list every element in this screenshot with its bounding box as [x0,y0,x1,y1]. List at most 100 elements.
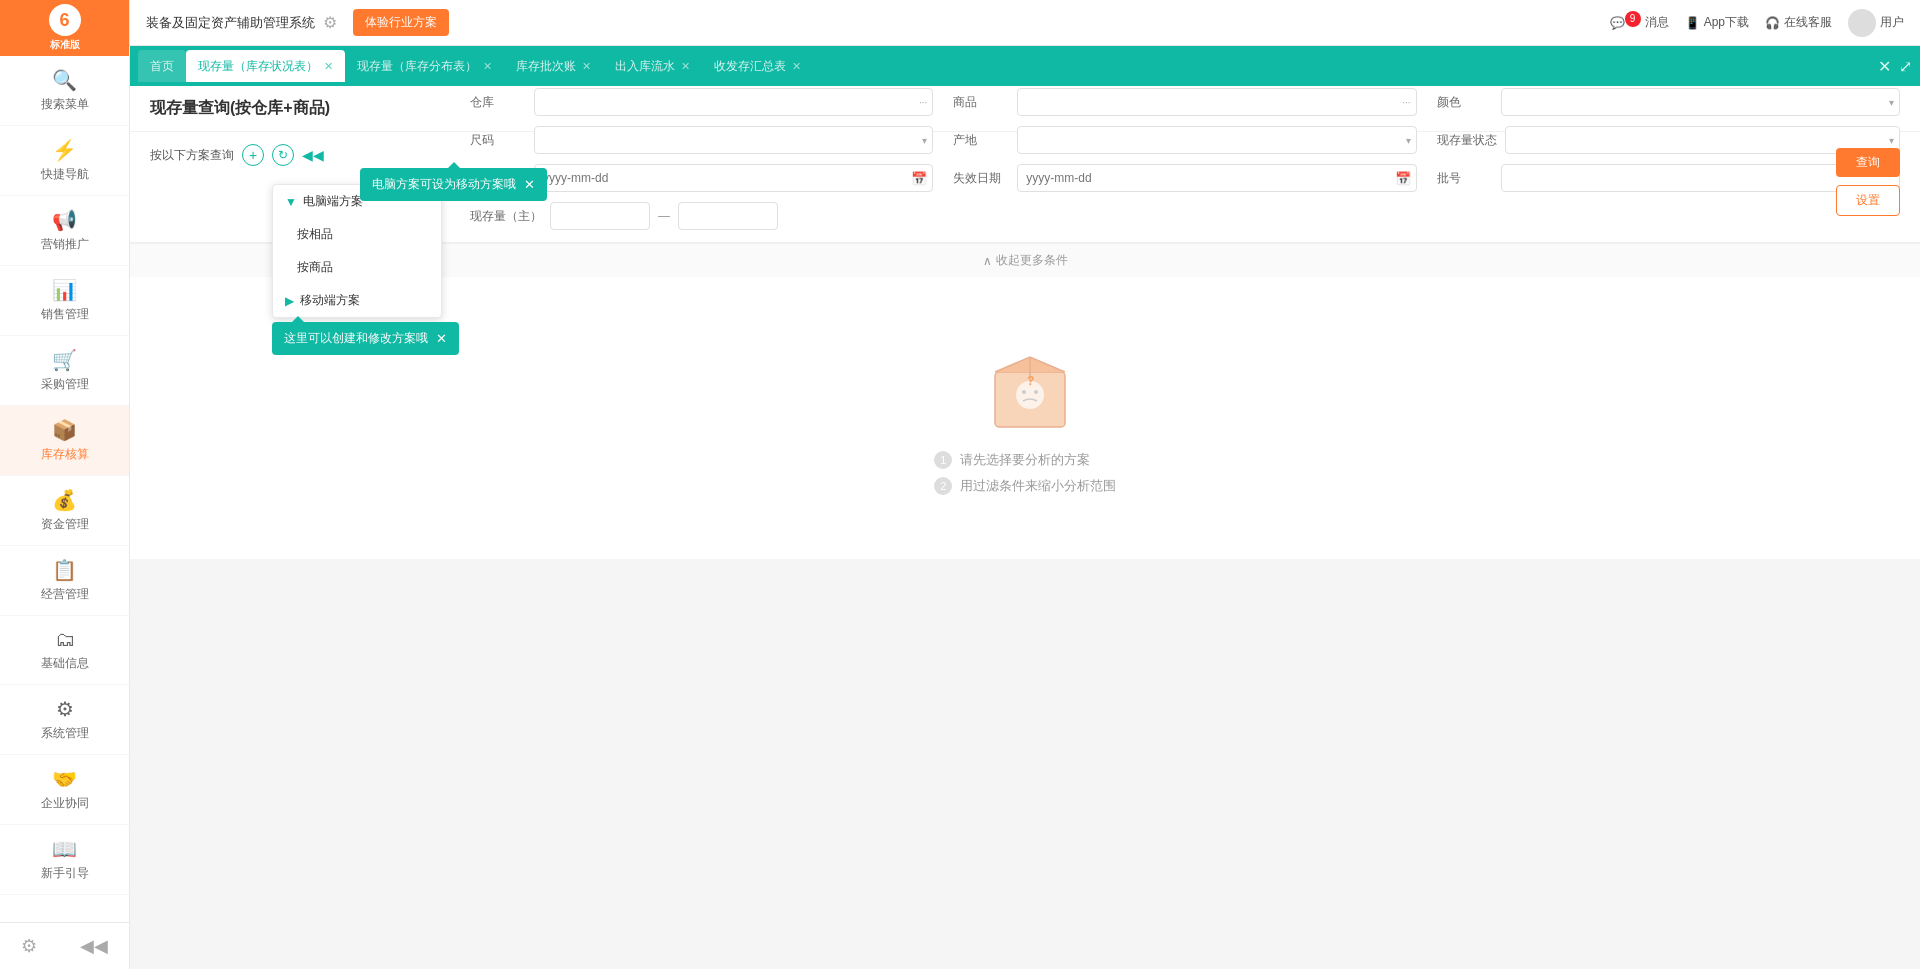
scheme-list: ▼ 电脑端方案 按相品 按商品 ▶ 移动端方案 [272,184,442,318]
tab-flow-close[interactable]: ✕ [681,60,690,73]
online-service-btn[interactable]: 🎧 在线客服 [1765,14,1832,31]
settings-gear-icon[interactable]: ⚙ [323,13,337,32]
production-date-start-wrapper: 📅 [534,164,933,192]
scheme-tooltip-close[interactable]: ✕ [524,177,535,192]
tab-inventory-dist[interactable]: 现存量（库存分布表） ✕ [345,50,504,82]
header-right: 💬 9 消息 📱 App下载 🎧 在线客服 用户 [1610,9,1904,37]
main-area: 装备及固定资产辅助管理系统 ⚙ 体验行业方案 💬 9 消息 📱 App下载 🎧 … [130,0,1920,969]
goods-input[interactable] [1017,88,1416,116]
filter-row-stock-status: 现存量状态 ▾ [1437,126,1900,154]
tab-summary-close[interactable]: ✕ [792,60,801,73]
sidebar-collapse-btn[interactable]: ◀◀ [80,935,108,957]
tab-inventory-dist-label: 现存量（库存分布表） [357,58,477,75]
collaboration-icon: 🤝 [52,767,77,791]
filter-arrow-btn[interactable]: ◀◀ [302,147,324,163]
edit-tooltip-close[interactable]: ✕ [436,331,447,346]
filter-sync-btn[interactable]: ↻ [272,144,294,166]
warehouse-select-wrapper: ··· [534,88,933,116]
sidebar-item-quick-nav[interactable]: ⚡ 快捷导航 [0,126,129,196]
goods-select-wrapper: ··· [1017,88,1416,116]
quick-nav-icon: ⚡ [52,138,77,162]
production-date-start-input[interactable] [534,164,933,192]
tab-inventory-status-close[interactable]: ✕ [324,60,333,73]
sidebar-item-marketing[interactable]: 📢 营销推广 [0,196,129,266]
origin-select-wrapper: ▾ [1017,126,1416,154]
stock-main-start-input[interactable] [550,202,650,230]
tab-flow[interactable]: 出入库流水 ✕ [603,50,702,82]
purchase-icon: 🛒 [52,348,77,372]
warehouse-input[interactable] [534,88,933,116]
app-logo: 6 标准版 [0,0,129,56]
hint-num-2: 2 [934,477,952,495]
sidebar-item-purchase[interactable]: 🛒 采购管理 [0,336,129,406]
filter-section: 按以下方案查询 + ↻ ◀◀ 电脑方案可设为移动方案哦 ✕ [130,132,1920,277]
sidebar-item-base-info[interactable]: 🗂 基础信息 [0,616,129,685]
svg-point-3 [1034,390,1038,394]
sidebar-item-management-label: 经营管理 [41,586,89,603]
scheme-mobile-arrow: ▶ [285,294,294,308]
sidebar-item-marketing-label: 营销推广 [41,236,89,253]
stock-main-end-input[interactable] [678,202,778,230]
sidebar-item-management[interactable]: 📋 经营管理 [0,546,129,616]
tab-summary[interactable]: 收发存汇总表 ✕ [702,50,813,82]
messages-btn[interactable]: 💬 9 消息 [1610,14,1669,31]
avatar [1848,9,1876,37]
stock-status-label: 现存量状态 [1437,132,1497,149]
tab-home-label: 首页 [150,58,174,75]
phone-icon: 📱 [1685,16,1700,30]
collapse-up-icon: ∧ [983,254,992,268]
finance-icon: 💰 [52,488,77,512]
sidebar-item-purchase-label: 采购管理 [41,376,89,393]
tab-batch-ledger-close[interactable]: ✕ [582,60,591,73]
system-title: 装备及固定资产辅助管理系统 [146,14,315,32]
sidebar-gear-btn[interactable]: ⚙ [21,935,37,957]
headset-icon: 🎧 [1765,16,1780,30]
sidebar-item-sales[interactable]: 📊 销售管理 [0,266,129,336]
sidebar-item-inventory[interactable]: 📦 库存核算 [0,406,129,476]
messages-label: 消息 [1645,14,1669,31]
filter-add-btn[interactable]: + [242,144,264,166]
header-left: 装备及固定资产辅助管理系统 ⚙ 体验行业方案 [146,9,449,36]
size-select[interactable] [534,126,933,154]
industry-btn[interactable]: 体验行业方案 [353,9,449,36]
scheme-item-2[interactable]: 按商品 [273,251,441,284]
sidebar-item-guide[interactable]: 📖 新手引导 [0,825,129,895]
tab-inventory-status[interactable]: 现存量（库存状况表） ✕ [186,50,345,82]
tab-inventory-dist-close[interactable]: ✕ [483,60,492,73]
set-button[interactable]: 设置 [1836,185,1900,216]
tab-fullscreen-btn[interactable]: ⤢ [1899,57,1912,76]
scheme-mobile-header: ▶ 移动端方案 [273,284,441,317]
tab-home[interactable]: 首页 [138,50,186,82]
management-icon: 📋 [52,558,77,582]
filter-row-expiry-date: 失效日期 📅 [953,164,1416,192]
sidebar-item-collaboration[interactable]: 🤝 企业协同 [0,755,129,825]
stock-main-label: 现存量（主） [470,208,542,225]
sidebar-item-quick-nav-label: 快捷导航 [41,166,89,183]
scheme-desktop-arrow: ▼ [285,195,297,209]
color-select[interactable] [1501,88,1900,116]
sidebar-nav: 🔍 搜索菜单 ⚡ 快捷导航 📢 营销推广 📊 销售管理 🛒 采购管理 📦 库存核… [0,56,129,922]
sidebar-item-search[interactable]: 🔍 搜索菜单 [0,56,129,126]
svg-point-2 [1022,390,1026,394]
query-button[interactable]: 查询 [1836,148,1900,177]
origin-select[interactable] [1017,126,1416,154]
app-download-btn[interactable]: 📱 App下载 [1685,14,1749,31]
settings-icon: ⚙ [56,697,74,721]
sales-icon: 📊 [52,278,77,302]
sidebar-item-finance[interactable]: 💰 资金管理 [0,476,129,546]
tab-batch-ledger[interactable]: 库存批次账 ✕ [504,50,603,82]
sidebar: 6 标准版 🔍 搜索菜单 ⚡ 快捷导航 📢 营销推广 📊 销售管理 🛒 采购管理… [0,0,130,969]
page-title: 现存量查询(按仓库+商品) [150,98,330,119]
color-select-wrapper: ▾ [1501,88,1900,116]
logo-sublabel: 标准版 [50,38,80,52]
scheme-item-1[interactable]: 按相品 [273,218,441,251]
user-btn[interactable]: 用户 [1848,9,1904,37]
expiry-date-start-input[interactable] [1017,164,1416,192]
sidebar-item-settings[interactable]: ⚙ 系统管理 [0,685,129,755]
filter-grid: 仓库 ··· 商品 ··· [470,88,1900,230]
tab-inventory-status-label: 现存量（库存状况表） [198,58,318,75]
size-label: 尺码 [470,132,526,149]
base-info-icon: 🗂 [55,628,75,651]
message-icon: 💬 [1610,16,1625,30]
tab-close-all-btn[interactable]: ✕ [1878,57,1891,76]
